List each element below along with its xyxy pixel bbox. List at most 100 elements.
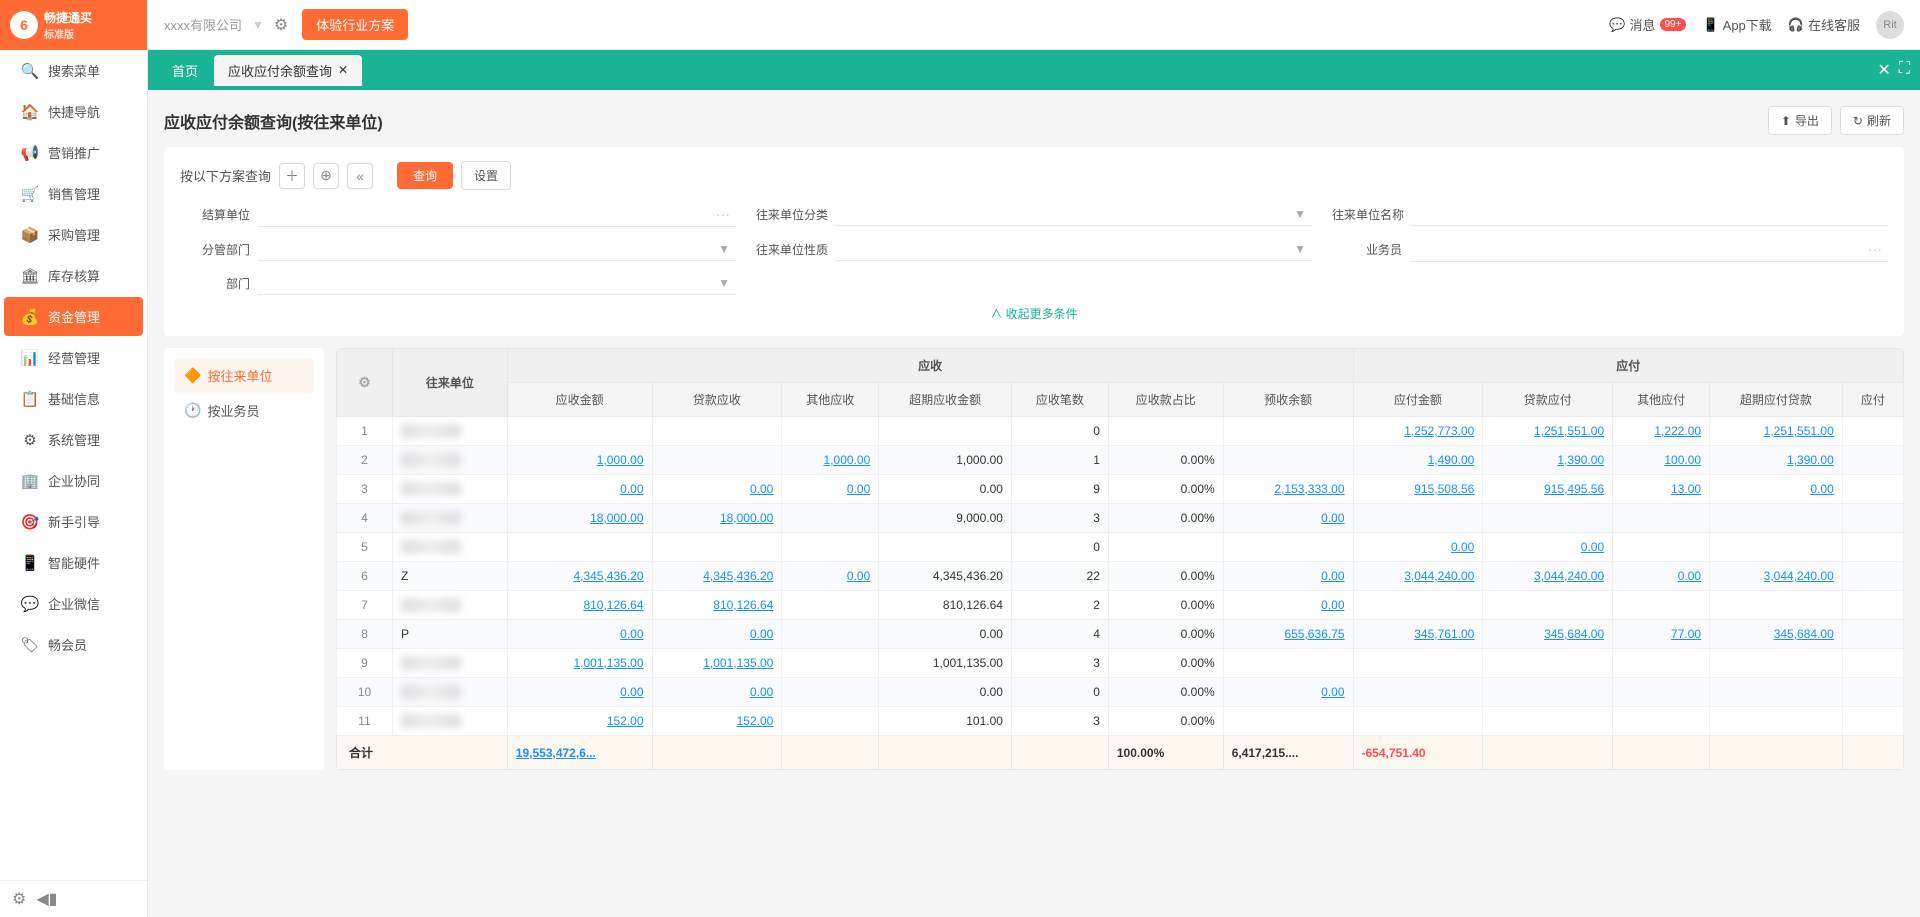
table-cell-link[interactable]: 345,684.00	[1544, 627, 1604, 641]
table-cell-link[interactable]: 1,001,135.00	[703, 656, 773, 670]
table-cell-link[interactable]: 77.00	[1671, 627, 1701, 641]
table-cell-link[interactable]: 0.00	[750, 482, 773, 496]
sidebar-item-system[interactable]: ⚙ 系统管理	[4, 420, 143, 459]
dept-select[interactable]: ▼	[258, 272, 736, 295]
settings-button[interactable]: 设置	[461, 161, 511, 190]
scheme-collapse-button[interactable]: «	[347, 163, 373, 189]
table-cell-link[interactable]: 810,126.64	[583, 598, 643, 612]
sidebar-item-member[interactable]: 🏷 畅会员	[4, 625, 143, 664]
table-cell-link[interactable]: 345,684.00	[1774, 627, 1834, 641]
close-window-icon[interactable]: ✕	[1877, 60, 1890, 80]
table-cell-link[interactable]: 0.00	[847, 569, 870, 583]
table-cell-link[interactable]: 0.00	[1321, 685, 1344, 699]
table-cell-link[interactable]: 1,222.00	[1654, 424, 1701, 438]
table-cell-link[interactable]: 0.00	[750, 685, 773, 699]
sidebar-item-marketing[interactable]: 📢 营销推广	[4, 133, 143, 172]
sidebar-item-smart-hw[interactable]: 📱 智能硬件	[4, 543, 143, 582]
tab-close-icon[interactable]: ✕	[338, 63, 348, 77]
scheme-settings-button[interactable]: ⊕	[313, 163, 339, 189]
table-cell-link[interactable]: 1,000.00	[597, 453, 644, 467]
table-cell-link[interactable]: 0.00	[847, 482, 870, 496]
col-ar-overdue: 超期应收金额	[879, 383, 1012, 417]
partner-filter-icon: 🔶	[184, 367, 201, 384]
tab-ar-ap[interactable]: 应收应付余额查询 ✕	[214, 55, 362, 86]
table-cell-link[interactable]: 152.00	[737, 714, 774, 728]
sidebar-item-inventory[interactable]: 🏛 库存核算	[4, 256, 143, 295]
partner-category-select[interactable]: ▼	[836, 203, 1312, 226]
settlement-unit-input[interactable]: ···	[258, 202, 736, 227]
table-cell-link[interactable]: 810,126.64	[713, 598, 773, 612]
query-button[interactable]: 查询	[397, 162, 453, 189]
collapse-search-button[interactable]: ∧ 收起更多条件	[180, 305, 1888, 322]
collapse-sidebar-icon[interactable]: ◀▮	[36, 889, 57, 909]
user-avatar[interactable]: Rit	[1876, 11, 1904, 39]
sidebar-item-purchase[interactable]: 📦 采购管理	[4, 215, 143, 254]
table-cell-link[interactable]: 0.00	[620, 627, 643, 641]
table-cell-link[interactable]: 345,761.00	[1414, 627, 1474, 641]
table-cell-link[interactable]: 915,508.56	[1414, 482, 1474, 496]
sidebar-item-sales[interactable]: 🛒 销售管理	[4, 174, 143, 213]
table-cell-link[interactable]: 4,345,436.20	[573, 569, 643, 583]
table-cell-link[interactable]: 1,001,135.00	[573, 656, 643, 670]
salesman-select[interactable]: ···	[1410, 237, 1888, 262]
table-cell-link[interactable]: 3,044,240.00	[1404, 569, 1474, 583]
table-cell-link[interactable]: 18,000.00	[720, 511, 773, 525]
filter-item-by-partner[interactable]: 🔶 按往来单位	[174, 358, 314, 393]
table-cell-link[interactable]: 1,252,773.00	[1404, 424, 1474, 438]
settings-bottom-icon[interactable]: ⚙	[12, 889, 26, 909]
fullscreen-icon[interactable]: ⛶	[1899, 60, 1910, 80]
table-cell-link[interactable]: 1,251,551.00	[1534, 424, 1604, 438]
table-cell-link[interactable]: 100.00	[1664, 453, 1701, 467]
table-cell-link[interactable]: 152.00	[607, 714, 644, 728]
table-cell-link[interactable]: 4,345,436.20	[703, 569, 773, 583]
table-cell-link[interactable]: 2,153,333.00	[1274, 482, 1344, 496]
table-cell-link[interactable]: 18,000.00	[590, 511, 643, 525]
sidebar-item-wechat[interactable]: 💬 企业微信	[4, 584, 143, 623]
table-cell-link[interactable]: 0.00	[1451, 540, 1474, 554]
refresh-button[interactable]: ↻ 刷新	[1840, 106, 1904, 135]
table-cell-link[interactable]: 3,044,240.00	[1764, 569, 1834, 583]
partner-name-input[interactable]	[1412, 203, 1888, 226]
table-cell-link[interactable]: 0.00	[620, 685, 643, 699]
tab-home[interactable]: 首页	[158, 55, 212, 86]
partner-nature-select[interactable]: ▼	[836, 238, 1312, 261]
table-cell-link[interactable]: 0.00	[1678, 569, 1701, 583]
table-cell-link[interactable]: 13.00	[1671, 482, 1701, 496]
topbar-gear-icon[interactable]: ⚙	[274, 15, 288, 35]
messages-btn[interactable]: 💬 消息 99+	[1609, 15, 1686, 34]
sidebar-item-operations[interactable]: 📊 经营管理	[4, 338, 143, 377]
online-support-btn[interactable]: 🎧 在线客服	[1788, 15, 1860, 34]
sidebar-item-beginner[interactable]: 🎯 新手引导	[4, 502, 143, 541]
table-row: 1██████01,252,773.001,251,551.001,222.00…	[337, 417, 1904, 446]
table-cell-link[interactable]: 1,251,551.00	[1764, 424, 1834, 438]
table-cell-link[interactable]: 0.00	[620, 482, 643, 496]
app-download-btn[interactable]: 📱 App下载	[1702, 15, 1771, 34]
promo-button[interactable]: 体验行业方案	[302, 9, 408, 40]
table-settings-icon[interactable]: ⚙	[354, 370, 375, 394]
add-scheme-button[interactable]: ＋	[279, 163, 305, 189]
table-cell-link[interactable]: 915,495.56	[1544, 482, 1604, 496]
marketing-icon: 📢	[20, 144, 40, 162]
table-cell-link[interactable]: 1,490.00	[1428, 453, 1475, 467]
sidebar-item-enterprise[interactable]: 🏢 企业协同	[4, 461, 143, 500]
sidebar-item-quick-nav[interactable]: 🏠 快捷导航	[4, 92, 143, 131]
table-cell	[1842, 649, 1903, 678]
sidebar-item-search[interactable]: 🔍 搜索菜单	[4, 51, 143, 90]
dept-mgr-select[interactable]: ▼	[258, 238, 736, 261]
table-cell-link[interactable]: 0.00	[1321, 569, 1344, 583]
table-cell-link[interactable]: 0.00	[750, 627, 773, 641]
table-cell-link[interactable]: 1,000.00	[824, 453, 871, 467]
table-cell-link[interactable]: 3,044,240.00	[1534, 569, 1604, 583]
table-cell-link[interactable]: 0.00	[1321, 511, 1344, 525]
sidebar-item-finance[interactable]: 💰 资金管理	[4, 297, 143, 336]
filter-item-by-salesman[interactable]: 🕐 按业务员	[174, 393, 314, 428]
table-cell-link[interactable]: 0.00	[1321, 598, 1344, 612]
table-cell-link[interactable]: 0.00	[1581, 540, 1604, 554]
table-cell-link[interactable]: 1,390.00	[1557, 453, 1604, 467]
table-cell-link[interactable]: 1,390.00	[1787, 453, 1834, 467]
table-cell-link[interactable]: 0.00	[1810, 482, 1833, 496]
export-button[interactable]: ⬆ 导出	[1768, 106, 1832, 135]
table-cell: 3	[1011, 707, 1108, 736]
sidebar-item-basic-info[interactable]: 📋 基础信息	[4, 379, 143, 418]
table-cell-link[interactable]: 655,636.75	[1284, 627, 1344, 641]
